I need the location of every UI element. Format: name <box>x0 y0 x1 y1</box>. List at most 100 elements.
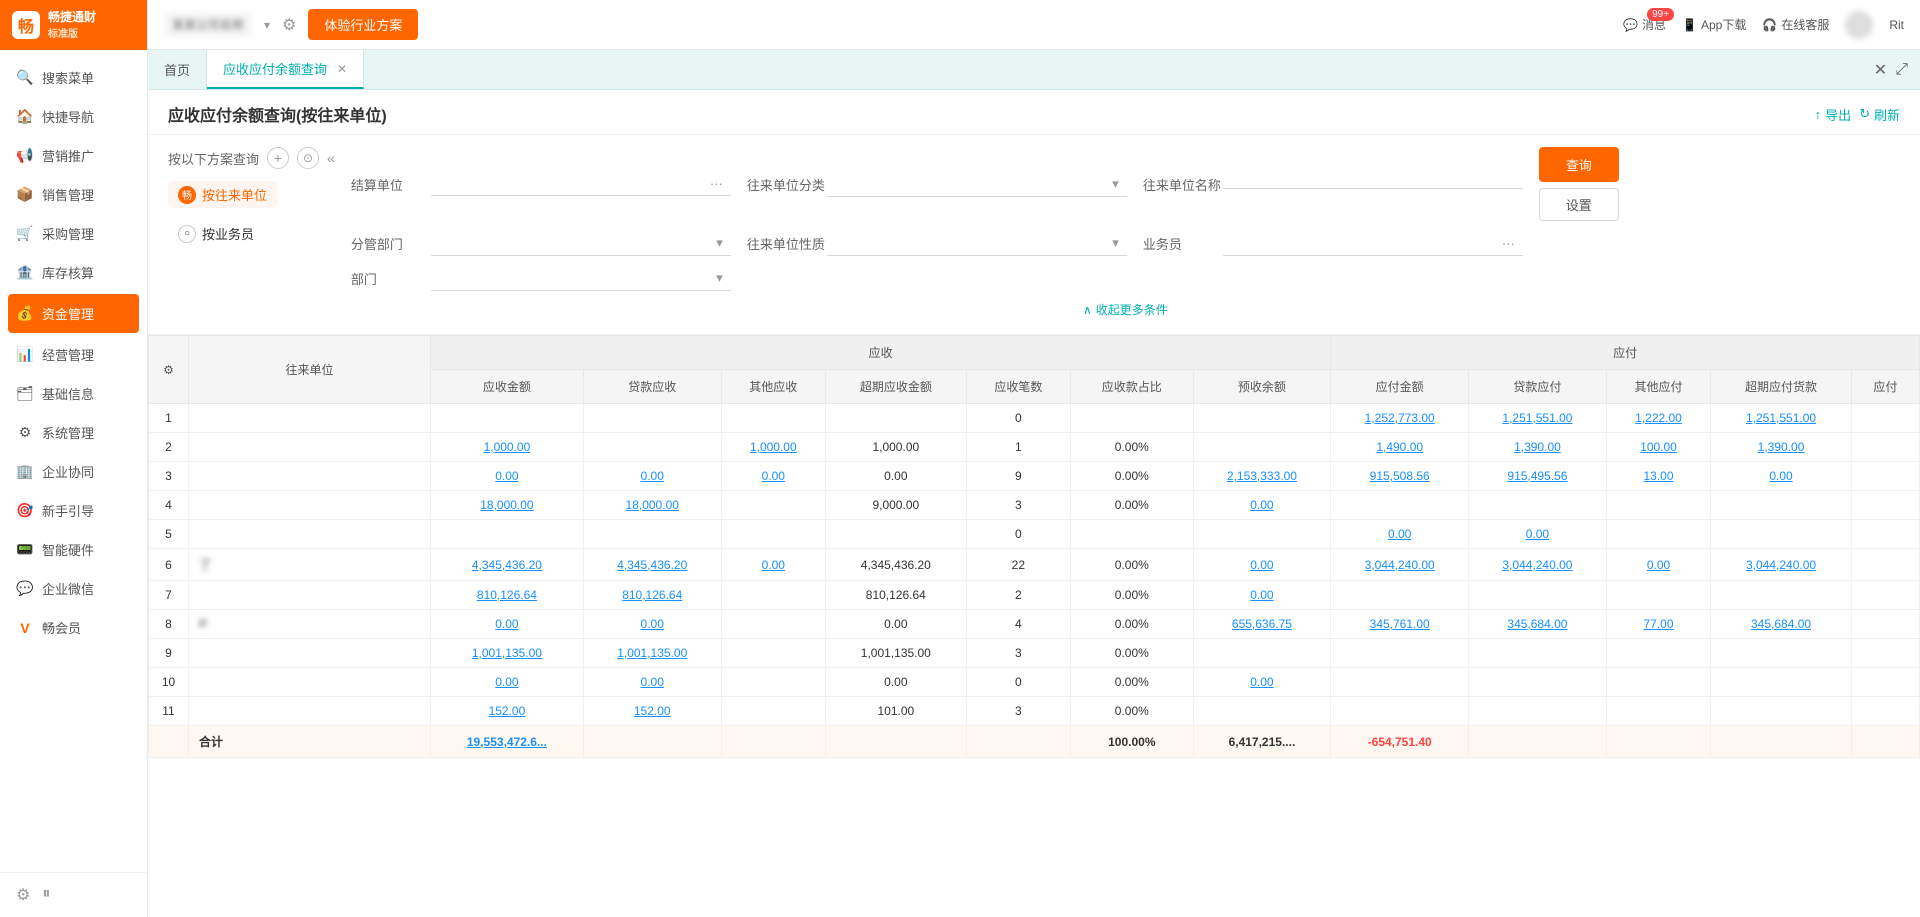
row-ar-prepay[interactable]: 655,636.75 <box>1193 610 1331 639</box>
sidebar-item-enterprise[interactable]: 🏢 企业协同 <box>0 452 147 491</box>
row-ar-prepay[interactable] <box>1193 404 1331 433</box>
row-ar-other[interactable] <box>721 697 825 726</box>
header-cta-button[interactable]: 体验行业方案 <box>308 9 418 40</box>
header-avatar[interactable] <box>1845 11 1873 39</box>
row-ap-other[interactable] <box>1606 668 1710 697</box>
row-ap-other[interactable]: 13.00 <box>1606 462 1710 491</box>
row-ar-other[interactable] <box>721 491 825 520</box>
row-ap-amount[interactable]: 1,490.00 <box>1331 433 1469 462</box>
row-ap-other[interactable]: 77.00 <box>1606 610 1710 639</box>
row-ar-prepay[interactable] <box>1193 639 1331 668</box>
xingzhi-input[interactable]: ▾ <box>827 231 1127 256</box>
row-ar-loan[interactable] <box>583 520 721 549</box>
row-ap-overdue[interactable]: 3,044,240.00 <box>1711 549 1852 581</box>
row-ap-loan[interactable] <box>1469 581 1607 610</box>
row-ar-prepay[interactable] <box>1193 697 1331 726</box>
row-ar-other[interactable] <box>721 581 825 610</box>
row-ar-other[interactable]: 1,000.00 <box>721 433 825 462</box>
row-ar-loan[interactable]: 810,126.64 <box>583 581 721 610</box>
tab-ar-ap[interactable]: 应收应付余额查询 ✕ <box>207 50 364 89</box>
row-ap-loan[interactable] <box>1469 697 1607 726</box>
row-ap-overdue[interactable] <box>1711 697 1852 726</box>
row-ap-loan[interactable]: 1,251,551.00 <box>1469 404 1607 433</box>
filter-settings-button[interactable]: ⊙ <box>297 147 319 169</box>
row-ap-overdue[interactable]: 1,251,551.00 <box>1711 404 1852 433</box>
scheme-by-salesman[interactable]: ○ 按业务员 <box>168 220 264 247</box>
sidebar-item-purchase[interactable]: 🛒 采购管理 <box>0 214 147 253</box>
row-ar-loan[interactable]: 4,345,436.20 <box>583 549 721 581</box>
sidebar-item-quicknav[interactable]: 🏠 快捷导航 <box>0 97 147 136</box>
row-ar-loan[interactable]: 18,000.00 <box>583 491 721 520</box>
row-ap-amount[interactable] <box>1331 668 1469 697</box>
row-ar-loan[interactable]: 152.00 <box>583 697 721 726</box>
jiesuandanwei-input[interactable]: ··· <box>431 172 731 196</box>
sidebar-item-system[interactable]: ⚙ 系统管理 <box>0 413 147 452</box>
laiwaiming-input[interactable] <box>1223 180 1523 189</box>
row-ar-amount[interactable] <box>430 520 583 549</box>
sidebar-item-funds[interactable]: 💰 资金管理 <box>8 294 139 333</box>
th-settings[interactable]: ⚙ <box>149 336 189 404</box>
row-ar-other[interactable]: 0.00 <box>721 462 825 491</box>
row-ar-other[interactable]: 0.00 <box>721 549 825 581</box>
header-gear-icon[interactable]: ⚙ <box>282 15 296 35</box>
row-ap-overdue[interactable]: 345,684.00 <box>1711 610 1852 639</box>
settings-button[interactable]: 设置 <box>1539 188 1619 221</box>
row-ar-loan[interactable]: 0.00 <box>583 668 721 697</box>
row-ap-overdue[interactable] <box>1711 581 1852 610</box>
row-ap-loan[interactable] <box>1469 668 1607 697</box>
row-ap-other[interactable]: 0.00 <box>1606 549 1710 581</box>
sidebar-item-guide[interactable]: 🎯 新手引导 <box>0 491 147 530</box>
row-ap-amount[interactable] <box>1331 491 1469 520</box>
row-ar-amount[interactable]: 152.00 <box>430 697 583 726</box>
row-ap-other[interactable] <box>1606 520 1710 549</box>
sidebar-item-wechat[interactable]: 💬 企业微信 <box>0 569 147 608</box>
row-ap-overdue[interactable]: 1,390.00 <box>1711 433 1852 462</box>
sidebar-item-member[interactable]: V 畅会员 <box>0 608 147 647</box>
row-ap-loan[interactable] <box>1469 491 1607 520</box>
row-ar-prepay[interactable]: 0.00 <box>1193 549 1331 581</box>
row-ar-other[interactable] <box>721 668 825 697</box>
footer-ar-amount[interactable]: 19,553,472.6... <box>430 726 583 758</box>
query-button[interactable]: 查询 <box>1539 147 1619 182</box>
laiwaifenlei-input[interactable]: ▾ <box>827 172 1127 197</box>
row-ap-loan[interactable]: 915,495.56 <box>1469 462 1607 491</box>
row-ap-overdue[interactable] <box>1711 520 1852 549</box>
row-ap-amount[interactable] <box>1331 697 1469 726</box>
row-ap-other[interactable] <box>1606 639 1710 668</box>
row-ar-amount[interactable]: 0.00 <box>430 610 583 639</box>
filter-collapse-button[interactable]: « <box>327 150 335 166</box>
yewuyuan-input[interactable]: ··· <box>1223 232 1523 256</box>
row-ar-amount[interactable]: 0.00 <box>430 462 583 491</box>
header-app-download[interactable]: 📱 App下载 <box>1682 16 1746 33</box>
row-ar-amount[interactable]: 1,000.00 <box>430 433 583 462</box>
row-ar-amount[interactable]: 1,001,135.00 <box>430 639 583 668</box>
fenguan-input[interactable]: ▾ <box>431 231 731 256</box>
row-ap-amount[interactable]: 1,252,773.00 <box>1331 404 1469 433</box>
row-ap-other[interactable]: 100.00 <box>1606 433 1710 462</box>
sidebar-item-operation[interactable]: 📊 经营管理 <box>0 335 147 374</box>
row-ap-amount[interactable]: 3,044,240.00 <box>1331 549 1469 581</box>
row-ar-amount[interactable]: 810,126.64 <box>430 581 583 610</box>
row-ap-amount[interactable] <box>1331 639 1469 668</box>
row-ar-other[interactable] <box>721 404 825 433</box>
sidebar-item-basic[interactable]: 🗂 基础信息 <box>0 374 147 413</box>
row-ar-prepay[interactable]: 0.00 <box>1193 491 1331 520</box>
row-ar-loan[interactable]: 0.00 <box>583 610 721 639</box>
row-ar-prepay[interactable] <box>1193 433 1331 462</box>
sidebar-item-inventory[interactable]: 🏦 库存核算 <box>0 253 147 292</box>
row-ap-overdue[interactable] <box>1711 639 1852 668</box>
tab-close-icon[interactable]: ✕ <box>337 62 347 76</box>
row-ar-prepay[interactable]: 2,153,333.00 <box>1193 462 1331 491</box>
tab-home[interactable]: 首页 <box>148 50 207 89</box>
sidebar-item-marketing[interactable]: 📢 营销推广 <box>0 136 147 175</box>
sidebar-item-sales[interactable]: 📦 销售管理 <box>0 175 147 214</box>
row-ar-other[interactable] <box>721 639 825 668</box>
sidebar-item-search[interactable]: 🔍 搜索菜单 <box>0 58 147 97</box>
bumen-input[interactable]: ▾ <box>431 266 731 291</box>
filter-add-button[interactable]: + <box>267 147 289 169</box>
scheme-by-unit[interactable]: 畅 按往来单位 <box>168 181 277 208</box>
row-ap-amount[interactable]: 345,761.00 <box>1331 610 1469 639</box>
row-ap-amount[interactable] <box>1331 581 1469 610</box>
header-company-dropdown[interactable]: ▾ <box>264 18 270 32</box>
filter-collapse-toggle[interactable]: ∧ 收起更多条件 <box>1083 301 1168 318</box>
